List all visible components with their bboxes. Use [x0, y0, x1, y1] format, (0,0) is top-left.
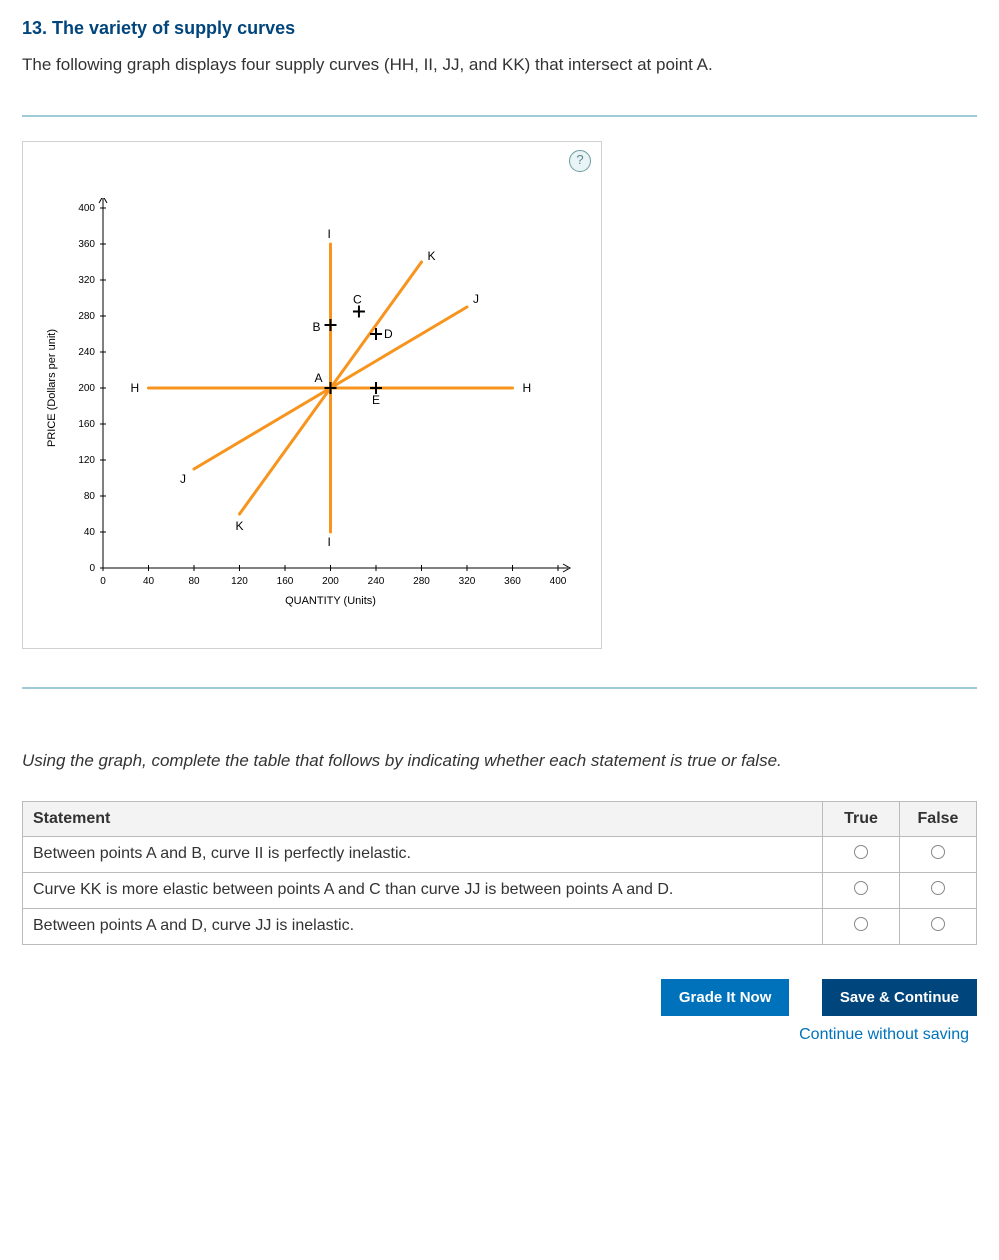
svg-text:240: 240	[78, 347, 95, 358]
svg-text:200: 200	[322, 576, 339, 587]
svg-text:C: C	[353, 293, 362, 307]
svg-text:360: 360	[78, 239, 95, 250]
svg-text:J: J	[180, 472, 186, 486]
svg-text:160: 160	[277, 576, 294, 587]
svg-text:I: I	[328, 227, 331, 241]
save-continue-button[interactable]: Save & Continue	[822, 979, 977, 1016]
svg-text:240: 240	[368, 576, 385, 587]
svg-text:360: 360	[504, 576, 521, 587]
table-instruction: Using the graph, complete the table that…	[22, 749, 977, 773]
svg-text:H: H	[131, 381, 140, 395]
question-title: 13. The variety of supply curves	[22, 18, 977, 39]
grade-button[interactable]: Grade It Now	[661, 979, 790, 1016]
svg-text:K: K	[428, 249, 436, 263]
svg-text:280: 280	[78, 311, 95, 322]
svg-text:I: I	[328, 535, 331, 549]
svg-text:K: K	[236, 519, 244, 533]
radio-false[interactable]	[931, 917, 945, 931]
svg-text:0: 0	[89, 563, 95, 574]
help-icon[interactable]: ?	[569, 150, 591, 172]
svg-text:80: 80	[84, 491, 96, 502]
svg-text:280: 280	[413, 576, 430, 587]
supply-curve-chart: 0 40 80 120 160 200 240 280 320 360 400 0 40 80 120 160…	[33, 198, 588, 618]
table-row: Between points A and D, curve JJ is inel…	[23, 908, 977, 944]
radio-true[interactable]	[854, 845, 868, 859]
radio-true[interactable]	[854, 917, 868, 931]
svg-text:40: 40	[143, 576, 155, 587]
question-intro: The following graph displays four supply…	[22, 55, 977, 75]
svg-text:80: 80	[188, 576, 200, 587]
table-row: Curve KK is more elastic between points …	[23, 872, 977, 908]
table-row: Between points A and B, curve II is perf…	[23, 836, 977, 872]
continue-without-saving-link[interactable]: Continue without saving	[22, 1026, 977, 1044]
svg-text:H: H	[523, 381, 532, 395]
button-row: Grade It Now Save & Continue	[22, 979, 977, 1016]
svg-text:A: A	[315, 371, 323, 385]
col-false: False	[900, 801, 977, 836]
svg-text:160: 160	[78, 419, 95, 430]
divider-top	[22, 115, 977, 117]
svg-text:120: 120	[231, 576, 248, 587]
svg-text:320: 320	[459, 576, 476, 587]
statement-cell: Curve KK is more elastic between points …	[23, 872, 823, 908]
true-cell	[823, 908, 900, 944]
true-cell	[823, 836, 900, 872]
radio-false[interactable]	[931, 881, 945, 895]
svg-text:B: B	[313, 320, 321, 334]
svg-text:J: J	[473, 292, 479, 306]
col-statement: Statement	[23, 801, 823, 836]
svg-text:QUANTITY (Units): QUANTITY (Units)	[285, 595, 376, 607]
svg-text:E: E	[372, 393, 380, 407]
svg-text:400: 400	[550, 576, 567, 587]
col-true: True	[823, 801, 900, 836]
true-cell	[823, 872, 900, 908]
radio-false[interactable]	[931, 845, 945, 859]
svg-text:0: 0	[100, 576, 106, 587]
svg-text:400: 400	[78, 203, 95, 214]
statement-cell: Between points A and D, curve JJ is inel…	[23, 908, 823, 944]
divider-bottom	[22, 687, 977, 689]
svg-text:200: 200	[78, 383, 95, 394]
svg-text:120: 120	[78, 455, 95, 466]
statement-cell: Between points A and B, curve II is perf…	[23, 836, 823, 872]
svg-text:PRICE (Dollars per unit): PRICE (Dollars per unit)	[46, 329, 58, 447]
radio-true[interactable]	[854, 881, 868, 895]
graph-area[interactable]: 0 40 80 120 160 200 240 280 320 360 400 0 40 80 120 160…	[33, 198, 591, 638]
svg-text:D: D	[384, 327, 393, 341]
svg-text:320: 320	[78, 275, 95, 286]
false-cell	[900, 836, 977, 872]
svg-text:40: 40	[84, 527, 96, 538]
true-false-table: Statement True False Between points A an…	[22, 801, 977, 945]
false-cell	[900, 908, 977, 944]
false-cell	[900, 872, 977, 908]
graph-card: ? 0 40 80 120 160 200 240 280 320 360 400 0 40 80 120 1…	[22, 141, 602, 649]
